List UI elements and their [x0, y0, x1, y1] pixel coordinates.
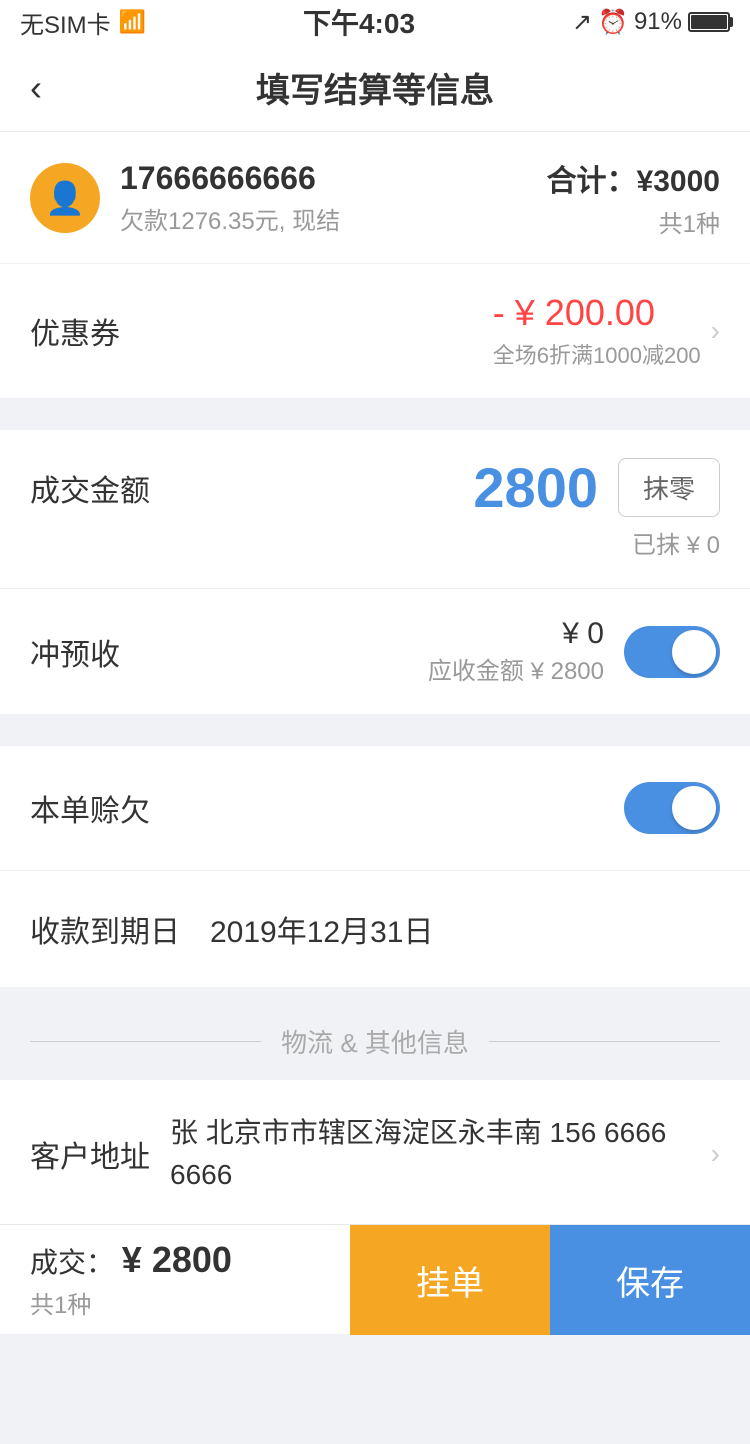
debt-toggle[interactable]	[624, 782, 720, 834]
location-icon: ↗	[572, 8, 592, 37]
bottom-count: 共1种	[30, 1285, 320, 1320]
battery-icon	[688, 12, 730, 32]
deal-amount-value: 2800	[473, 460, 598, 516]
due-value: 2019年12月31日	[210, 907, 433, 951]
coupon-chevron-icon: ›	[711, 315, 720, 347]
address-row[interactable]: 客户地址 张 北京市市辖区海淀区永丰南 156 6666 6666 ›	[0, 1080, 750, 1228]
debt-toggle-knob	[672, 786, 716, 830]
deal-sub-text: 已抹 ¥ 0	[632, 532, 720, 559]
bottom-deal-line: 成交： ¥ 2800	[30, 1239, 320, 1281]
hold-button[interactable]: 挂单	[350, 1225, 550, 1335]
coupon-right: - ¥ 200.00 全场6折满1000减200 ›	[493, 292, 720, 370]
deal-section: 成交金额 2800 抹零 已抹 ¥ 0	[0, 430, 750, 588]
coupon-info: - ¥ 200.00 全场6折满1000减200	[493, 292, 701, 370]
status-left: 无SIM卡 📶	[20, 5, 146, 40]
status-bar: 无SIM卡 📶 下午4:03 ↗ ⏰ 91%	[0, 0, 750, 44]
bottom-deal-amount: ¥ 2800	[122, 1239, 232, 1280]
divider-text: 物流 & 其他信息	[281, 1023, 469, 1060]
total-amount: 合计：¥3000	[547, 156, 720, 200]
status-time: 下午4:03	[303, 2, 415, 42]
save-button[interactable]: 保存	[550, 1225, 750, 1335]
coupon-row[interactable]: 优惠券 - ¥ 200.00 全场6折满1000减200 ›	[0, 263, 750, 398]
divider-left	[30, 1041, 261, 1042]
customer-debt: 欠款1276.35元, 现结	[120, 201, 340, 236]
prepay-toggle[interactable]	[624, 626, 720, 678]
customer-total: 合计：¥3000 共1种	[547, 156, 720, 239]
bottom-bar: 成交： ¥ 2800 共1种 挂单 保存	[0, 1224, 750, 1334]
nav-bar: ‹ 填写结算等信息	[0, 44, 750, 132]
wifi-icon: 📶	[119, 9, 146, 35]
back-button[interactable]: ‹	[30, 67, 42, 109]
customer-card: 👤 17666666666 欠款1276.35元, 现结 合计：¥3000 共1…	[0, 132, 750, 398]
customer-phone: 17666666666	[120, 160, 340, 197]
prepay-amount: ¥ 0	[428, 617, 604, 651]
separator-1	[0, 414, 750, 430]
separator-2	[0, 730, 750, 746]
prepay-right: ¥ 0 应收金额 ¥ 2800	[428, 617, 720, 686]
deal-row: 成交金额 2800 抹零	[30, 458, 720, 517]
alarm-icon: ⏰	[598, 8, 628, 37]
avatar: 👤	[30, 163, 100, 233]
address-chevron-icon: ›	[711, 1138, 720, 1170]
prepay-sub: 应收金额 ¥ 2800	[428, 651, 604, 686]
address-value: 张 北京市市辖区海淀区永丰南 156 6666 6666	[170, 1112, 691, 1196]
bottom-info: 成交： ¥ 2800 共1种	[0, 1225, 350, 1334]
address-card: 客户地址 张 北京市市辖区海淀区永丰南 156 6666 6666 ›	[0, 1080, 750, 1228]
coupon-label: 优惠券	[30, 309, 120, 353]
customer-row: 👤 17666666666 欠款1276.35元, 现结 合计：¥3000 共1…	[0, 132, 750, 263]
deal-card: 成交金额 2800 抹零 已抹 ¥ 0 冲预收 ¥ 0 应收金额 ¥ 2800	[0, 430, 750, 714]
prepay-amount-block: ¥ 0 应收金额 ¥ 2800	[428, 617, 604, 686]
debt-row: 本单赊欠	[0, 746, 750, 870]
address-label: 客户地址	[30, 1132, 150, 1176]
debt-label: 本单赊欠	[30, 786, 150, 830]
debt-card: 本单赊欠 收款到期日 2019年12月31日	[0, 746, 750, 987]
avatar-icon: 👤	[45, 179, 85, 217]
divider-right	[489, 1041, 720, 1042]
total-count: 共1种	[547, 204, 720, 239]
due-row: 收款到期日 2019年12月31日	[0, 870, 750, 987]
prepay-left: 冲预收	[30, 630, 120, 674]
toggle-knob	[672, 630, 716, 674]
bottom-deal-label: 成交：	[30, 1247, 114, 1278]
carrier-label: 无SIM卡	[20, 5, 111, 40]
prepay-label: 冲预收	[30, 630, 120, 674]
coupon-desc: 全场6折满1000减200	[493, 338, 701, 370]
battery-percent: 91%	[634, 8, 682, 36]
customer-info: 17666666666 欠款1276.35元, 现结	[120, 160, 340, 236]
page-title: 填写结算等信息	[256, 63, 494, 112]
deal-label: 成交金额	[30, 466, 150, 510]
coupon-discount: - ¥ 200.00	[493, 292, 701, 334]
customer-left: 👤 17666666666 欠款1276.35元, 现结	[30, 160, 340, 236]
deal-right: 2800 抹零	[473, 458, 720, 517]
due-label: 收款到期日	[30, 907, 180, 951]
prepay-row: 冲预收 ¥ 0 应收金额 ¥ 2800	[0, 588, 750, 714]
status-right: ↗ ⏰ 91%	[572, 8, 730, 37]
round-button[interactable]: 抹零	[618, 458, 720, 517]
divider-section: 物流 & 其他信息	[0, 1003, 750, 1080]
